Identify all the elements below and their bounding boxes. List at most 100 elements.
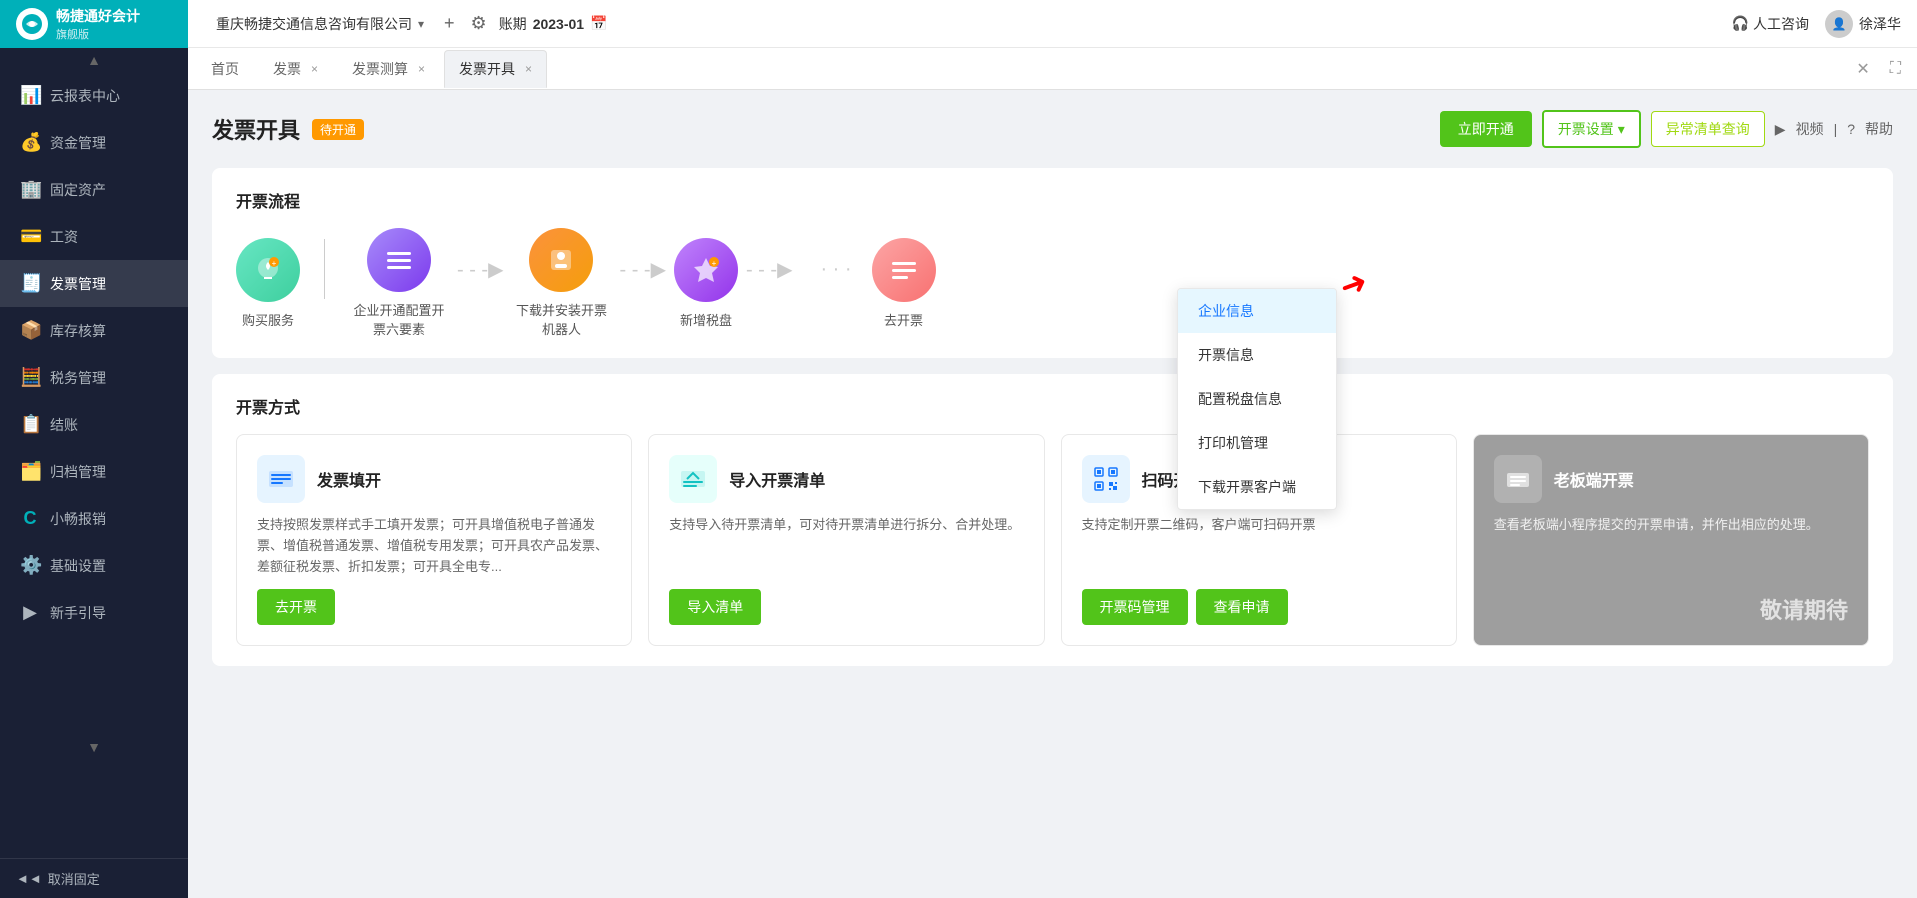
activate-button[interactable]: 立即开通	[1440, 111, 1532, 147]
flow-label-1: 购买服务	[242, 310, 294, 329]
exception-button[interactable]: 异常清单查询	[1651, 111, 1765, 147]
headphone-icon: 🎧	[1732, 15, 1749, 32]
methods-section: 开票方式	[212, 374, 1893, 666]
dropdown-item-kaipiaoXinxi[interactable]: 开票信息	[1178, 333, 1336, 377]
import-list-button[interactable]: 导入清单	[669, 589, 761, 625]
sidebar-label: 资金管理	[50, 133, 106, 153]
dropdown-menu: 企业信息 开票信息 配置税盘信息 打印机管理 下载开票客户端	[1177, 288, 1337, 510]
flow-label-3: 下载并安装开票机器人	[511, 300, 611, 338]
logo-text-area: 畅捷通好会计 旗舰版	[56, 6, 140, 42]
svg-text:+: +	[272, 259, 277, 268]
right-actions: 🎧 人工咨询 👤 徐泽华	[1732, 10, 1901, 38]
sidebar-label: 库存核算	[50, 321, 106, 341]
dropdown-item-download[interactable]: 下载开票客户端	[1178, 465, 1336, 509]
flow-label-4: 新增税盘	[680, 310, 732, 329]
flow-arrow-2: - - -▶	[611, 257, 673, 282]
svg-text:+: +	[712, 259, 717, 268]
company-name: 重庆畅捷交通信息咨询有限公司	[216, 14, 412, 34]
help-btns: ▶ 视频 | ? 帮助	[1775, 119, 1893, 139]
dropdown-item-qiyexinxi[interactable]: 企业信息	[1178, 289, 1336, 333]
help-label[interactable]: 帮助	[1865, 119, 1893, 139]
flow-divider-1	[324, 239, 325, 299]
play-icon: ▶	[20, 602, 40, 623]
dropdown-item-printer[interactable]: 打印机管理	[1178, 421, 1336, 465]
tab-home[interactable]: 首页	[196, 50, 254, 88]
methods-title: 开票方式	[236, 394, 1869, 418]
sidebar-label: 税务管理	[50, 368, 106, 388]
top-actions: + ⚙	[444, 13, 487, 34]
sidebar-item-shuiwu[interactable]: 🧮 税务管理	[0, 354, 188, 401]
sidebar-item-yunbaobiao[interactable]: 📊 云报表中心	[0, 72, 188, 119]
video-icon: ▶	[1775, 121, 1786, 138]
sidebar-item-xinshou[interactable]: ▶ 新手引导	[0, 589, 188, 636]
method-header-4: 老板端开票	[1494, 455, 1848, 503]
calendar-icon[interactable]: 📅	[590, 15, 607, 32]
method-icon-2	[669, 455, 717, 503]
sidebar-label: 发票管理	[50, 274, 106, 294]
maximize-window-btn[interactable]: ⛶	[1882, 56, 1909, 82]
sidebar-scroll-up[interactable]: ▲	[0, 48, 188, 72]
chevron-down-icon: ▾	[418, 17, 424, 31]
settings-icon[interactable]: ⚙	[471, 13, 487, 34]
sidebar-item-fapiao[interactable]: 🧾 发票管理	[0, 260, 188, 307]
close-kaiju-tab[interactable]: ×	[525, 62, 532, 76]
tab-fapiaocesuan-label: 发票测算	[352, 59, 408, 79]
tab-bar: 首页 发票 × 发票测算 × 发票开具 × ✕ ⛶	[188, 48, 1917, 90]
logo-icon	[16, 8, 48, 40]
sidebar-label: 固定资产	[50, 180, 106, 200]
close-fapiao-tab[interactable]: ×	[311, 62, 318, 76]
sidebar-item-xiaochang[interactable]: C 小畅报销	[0, 495, 188, 542]
support-button[interactable]: 🎧 人工咨询	[1732, 14, 1809, 34]
add-icon[interactable]: +	[444, 13, 455, 34]
flow-icon-4: +	[674, 238, 738, 302]
settings-button[interactable]: 开票设置 ▾	[1542, 110, 1641, 148]
tab-fapiaokaiju[interactable]: 发票开具 ×	[444, 50, 547, 88]
gear-icon: ⚙️	[20, 555, 40, 576]
method-cards: 发票填开 支持按照发票样式手工填开发票；可开具增值税电子普通发票、增值税普通发票…	[236, 434, 1869, 646]
sidebar-label: 结账	[50, 415, 78, 435]
method-desc-1: 支持按照发票样式手工填开发票；可开具增值税电子普通发票、增值税普通发票、增值税专…	[257, 515, 611, 577]
company-selector[interactable]: 重庆畅捷交通信息咨询有限公司 ▾	[216, 14, 424, 34]
status-badge: 待开通	[312, 119, 364, 140]
sidebar-item-kucun[interactable]: 📦 库存核算	[0, 307, 188, 354]
close-window-btn[interactable]: ✕	[1848, 55, 1877, 83]
sidebar-bottom-label: 取消固定	[48, 869, 100, 888]
sidebar-item-guidang[interactable]: 🗂️ 归档管理	[0, 448, 188, 495]
sidebar-label: 云报表中心	[50, 86, 120, 106]
sidebar-label: 基础设置	[50, 556, 106, 576]
sidebar-item-jiezhang[interactable]: 📋 结账	[0, 401, 188, 448]
method-header-2: 导入开票清单	[669, 455, 1023, 503]
flow-icon-last	[872, 238, 936, 302]
tab-kaiju-label: 发票开具	[459, 59, 515, 79]
main-area: ▲ 📊 云报表中心 💰 资金管理 🏢 固定资产 💳 工资 🧾 发票管理	[0, 48, 1917, 898]
close-cesuan-tab[interactable]: ×	[418, 62, 425, 76]
sidebar-item-zijin[interactable]: 💰 资金管理	[0, 119, 188, 166]
flow-label-2: 企业开通配置开票六要素	[349, 300, 449, 338]
coming-soon-overlay: 敬请期待	[1760, 593, 1848, 625]
flow-icon-3	[529, 228, 593, 292]
sidebar-item-gongzi[interactable]: 💳 工资	[0, 213, 188, 260]
video-label[interactable]: 视频	[1796, 119, 1824, 139]
method-card-daoru: 导入开票清单 支持导入待开票清单，可对待开票清单进行拆分、合并处理。 导入清单	[648, 434, 1044, 646]
sidebar-bottom-btn[interactable]: ◄◄ 取消固定	[0, 858, 188, 898]
sidebar-scroll-down[interactable]: ▼	[0, 735, 188, 759]
method-card-tiankao: 发票填开 支持按照发票样式手工填开发票；可开具增值税电子普通发票、增值税普通发票…	[236, 434, 632, 646]
view-apply-button[interactable]: 查看申请	[1196, 589, 1288, 625]
qrcode-manage-button[interactable]: 开票码管理	[1082, 589, 1188, 625]
flow-label-last: 去开票	[884, 310, 923, 329]
go-invoice-button[interactable]: 去开票	[257, 589, 335, 625]
period-label: 账期	[499, 14, 527, 34]
invoice-icon: 🧾	[20, 273, 40, 294]
report-icon: C	[20, 508, 40, 529]
dropdown-item-peizhi[interactable]: 配置税盘信息	[1178, 377, 1336, 421]
content-area: 首页 发票 × 发票测算 × 发票开具 × ✕ ⛶	[188, 48, 1917, 898]
tab-fapiaocesuan[interactable]: 发票测算 ×	[337, 50, 440, 88]
tab-fapiao[interactable]: 发票 ×	[258, 50, 333, 88]
method-btns-3: 开票码管理 查看申请	[1082, 589, 1436, 625]
box-icon: 📦	[20, 320, 40, 341]
sidebar-item-gudingzichan[interactable]: 🏢 固定资产	[0, 166, 188, 213]
app-wrapper: 畅捷通好会计 旗舰版 重庆畅捷交通信息咨询有限公司 ▾ + ⚙ 账期 2023-…	[0, 0, 1917, 898]
flow-icon-1: +	[236, 238, 300, 302]
sidebar-item-jichu[interactable]: ⚙️ 基础设置	[0, 542, 188, 589]
user-area[interactable]: 👤 徐泽华	[1825, 10, 1901, 38]
